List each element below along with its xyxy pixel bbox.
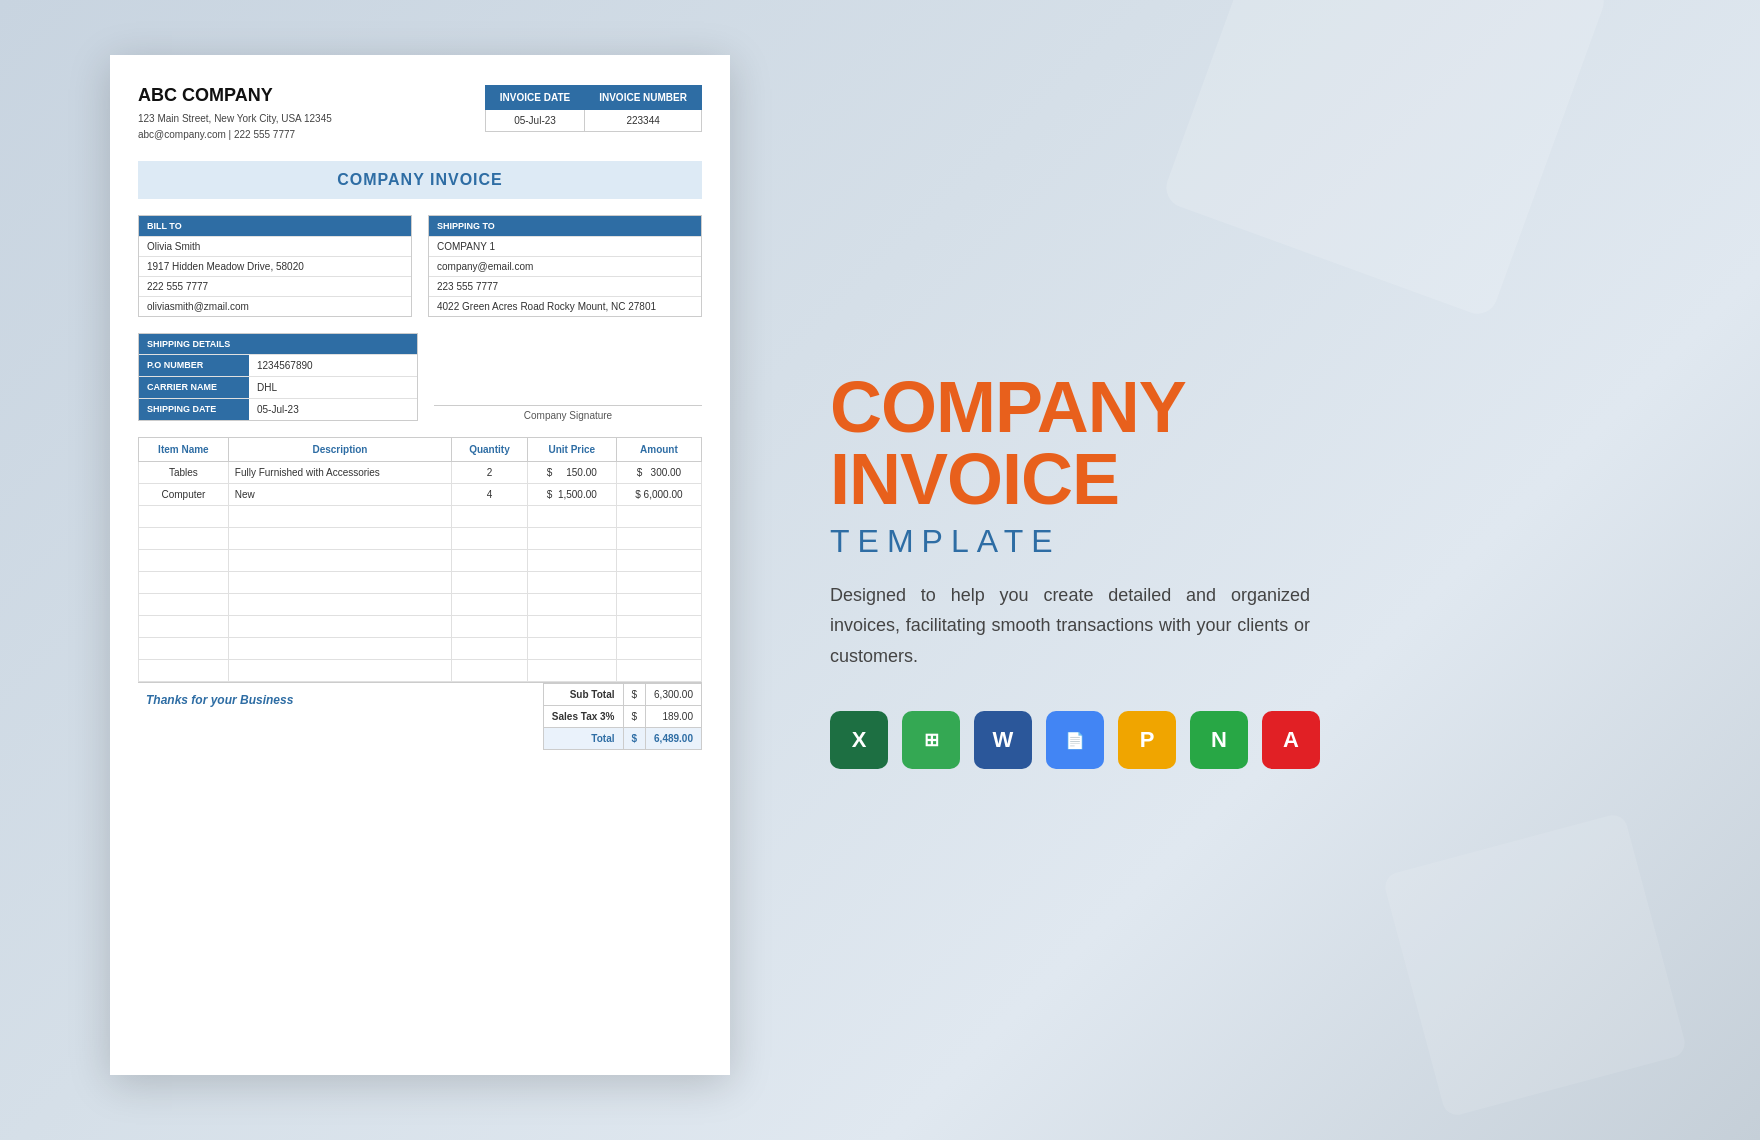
invoice-title: COMPANY INVOICE [337, 171, 503, 188]
table-row [139, 638, 702, 660]
bill-to-header: BILL TO [139, 216, 411, 236]
subtotal-dollar: $ [623, 684, 646, 706]
item-qty: 2 [452, 462, 528, 484]
table-row [139, 528, 702, 550]
item-unit-price: $ 1,500.00 [527, 484, 616, 506]
col-unit-price: Unit Price [527, 438, 616, 462]
bill-to-block: BILL TO Olivia Smith 1917 Hidden Meadow … [138, 215, 412, 317]
shipping-date-value: 05-Jul-23 [249, 399, 417, 420]
invoice-document: ABC COMPANY 123 Main Street, New York Ci… [110, 55, 730, 1075]
col-quantity: Quantity [452, 438, 528, 462]
po-label: P.O NUMBER [139, 355, 249, 376]
date-header: INVOICE DATE [485, 86, 584, 110]
item-description: New [228, 484, 451, 506]
po-value: 1234567890 [249, 355, 417, 376]
tax-row: Sales Tax 3% $ 189.00 [543, 706, 701, 728]
totals-section: Thanks for your Business Sub Total $ 6,3… [138, 682, 702, 750]
shipping-section: SHIPPING DETAILS P.O NUMBER 1234567890 C… [138, 333, 702, 421]
tax-value: 189.00 [646, 706, 702, 728]
invoice-header: ABC COMPANY 123 Main Street, New York Ci… [138, 85, 702, 143]
shipping-date-label: SHIPPING DATE [139, 399, 249, 420]
table-row [139, 616, 702, 638]
tax-label: Sales Tax 3% [543, 706, 623, 728]
ci-description: Designed to help you create detailed and… [830, 580, 1310, 672]
total-value: 6,489.00 [646, 728, 702, 750]
word-icon: W [974, 711, 1032, 769]
table-row [139, 594, 702, 616]
invoice-meta-table: INVOICE DATE INVOICE NUMBER 05-Jul-23 22… [485, 85, 702, 132]
item-name: Computer [139, 484, 229, 506]
col-description: Description [228, 438, 451, 462]
ci-company-text: COMPANY [830, 371, 1680, 443]
ci-heading: COMPANY INVOICE TEMPLATE [830, 371, 1680, 560]
shipping-address: 4022 Green Acres Road Rocky Mount, NC 27… [429, 296, 701, 316]
right-panel: COMPANY INVOICE TEMPLATE Designed to hel… [750, 0, 1760, 1140]
tax-dollar: $ [623, 706, 646, 728]
numbers-icon: N [1190, 711, 1248, 769]
bill-to-email: oliviasmith@zmail.com [139, 296, 411, 316]
signature-line [434, 405, 702, 406]
items-table: Item Name Description Quantity Unit Pric… [138, 437, 702, 682]
shipping-to-block: SHIPPING TO COMPANY 1 company@email.com … [428, 215, 702, 317]
shipping-email: company@email.com [429, 256, 701, 276]
signature-label: Company Signature [524, 410, 612, 421]
table-row [139, 506, 702, 528]
number-header: INVOICE NUMBER [585, 86, 702, 110]
table-row [139, 572, 702, 594]
bill-to-phone: 222 555 7777 [139, 276, 411, 296]
shipping-phone: 223 555 7777 [429, 276, 701, 296]
shipping-details-header: SHIPPING DETAILS [139, 334, 417, 354]
item-amount: $ 300.00 [616, 462, 701, 484]
acrobat-icon: A [1262, 711, 1320, 769]
subtotal-label: Sub Total [543, 684, 623, 706]
shipping-to-header: SHIPPING TO [429, 216, 701, 236]
bill-to-name: Olivia Smith [139, 236, 411, 256]
invoice-date: 05-Jul-23 [485, 110, 584, 132]
table-row: Tables Fully Furnished with Accessories … [139, 462, 702, 484]
pages-icon: P [1118, 711, 1176, 769]
carrier-value: DHL [249, 377, 417, 398]
excel-icon: X [830, 711, 888, 769]
col-amount: Amount [616, 438, 701, 462]
company-info: ABC COMPANY 123 Main Street, New York Ci… [138, 85, 332, 143]
google-sheets-icon: ⊞ [902, 711, 960, 769]
item-description: Fully Furnished with Accessories [228, 462, 451, 484]
item-amount: $ 6,000.00 [616, 484, 701, 506]
carrier-row: CARRIER NAME DHL [139, 376, 417, 398]
carrier-label: CARRIER NAME [139, 377, 249, 398]
total-dollar: $ [623, 728, 646, 750]
table-row [139, 660, 702, 682]
bill-to-street: 1917 Hidden Meadow Drive, 58020 [139, 256, 411, 276]
totals-table: Sub Total $ 6,300.00 Sales Tax 3% $ 189.… [543, 683, 702, 750]
company-name: ABC COMPANY [138, 85, 332, 106]
google-docs-icon: 📄 [1046, 711, 1104, 769]
item-unit-price: $ 150.00 [527, 462, 616, 484]
address-section: BILL TO Olivia Smith 1917 Hidden Meadow … [138, 215, 702, 317]
po-number-row: P.O NUMBER 1234567890 [139, 354, 417, 376]
table-row [139, 550, 702, 572]
shipping-date-row: SHIPPING DATE 05-Jul-23 [139, 398, 417, 420]
total-row: Total $ 6,489.00 [543, 728, 701, 750]
ci-invoice-text: INVOICE [830, 443, 1680, 515]
item-qty: 4 [452, 484, 528, 506]
subtotal-row: Sub Total $ 6,300.00 [543, 684, 701, 706]
col-item-name: Item Name [139, 438, 229, 462]
invoice-number: 223344 [585, 110, 702, 132]
thanks-note: Thanks for your Business [138, 683, 543, 717]
shipping-company: COMPANY 1 [429, 236, 701, 256]
table-row: Computer New 4 $ 1,500.00 $ 6,000.00 [139, 484, 702, 506]
app-icons-row: X ⊞ W 📄 P N A [830, 711, 1680, 769]
subtotal-value: 6,300.00 [646, 684, 702, 706]
item-name: Tables [139, 462, 229, 484]
company-address: 123 Main Street, New York City, USA 1234… [138, 111, 332, 127]
invoice-title-bar: COMPANY INVOICE [138, 161, 702, 199]
shipping-details-block: SHIPPING DETAILS P.O NUMBER 1234567890 C… [138, 333, 418, 421]
ci-template-text: TEMPLATE [830, 523, 1680, 560]
company-contact: abc@company.com | 222 555 7777 [138, 127, 332, 143]
total-label: Total [543, 728, 623, 750]
signature-block: Company Signature [434, 333, 702, 421]
